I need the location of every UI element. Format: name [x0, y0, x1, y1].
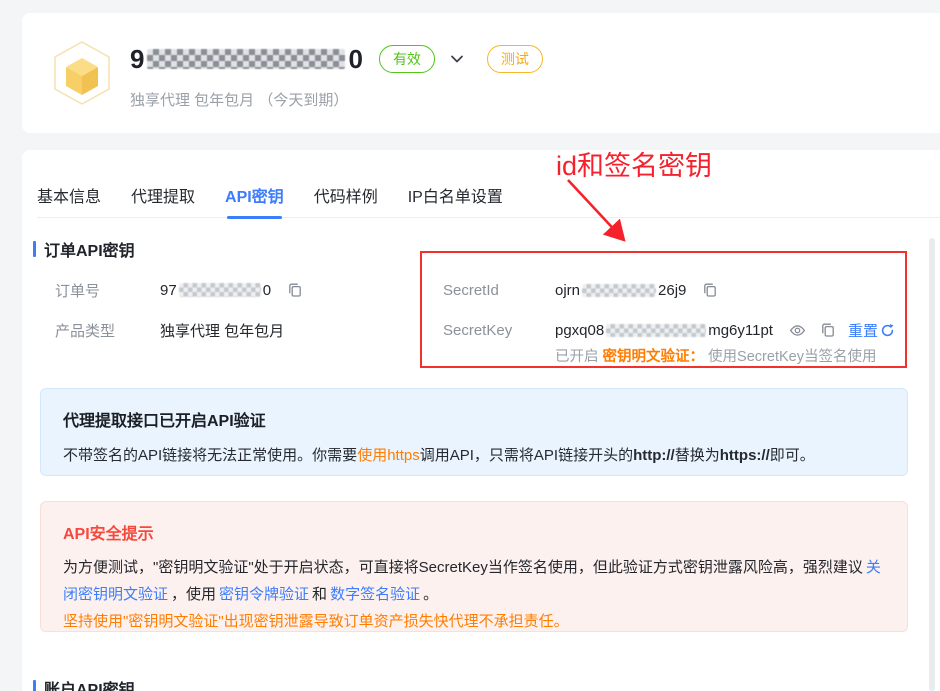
warning-box-body: 为方便测试，"密钥明文验证"处于开启状态，可直接将SecretKey当作签名使用… — [63, 554, 893, 635]
secret-id-label: SecretId — [443, 282, 555, 299]
order-no-value: 97 0 — [160, 282, 271, 299]
secret-id-value: ojrn 26j9 — [555, 282, 686, 299]
order-header-card: 9 0 有效 测试 独享代理 包年包月 （今天到期） — [22, 13, 940, 133]
page: 9 0 有效 测试 独享代理 包年包月 （今天到期） 基本信息 代理提取 API… — [0, 0, 940, 691]
order-id-redacted: 9 0 — [130, 44, 363, 75]
api-verification-info-box: 代理提取接口已开启API验证 不带签名的API链接将无法正常使用。你需要使用ht… — [40, 388, 908, 476]
section-marker — [33, 680, 36, 691]
info-box-title: 代理提取接口已开启API验证 — [63, 407, 885, 431]
copy-secret-key-icon[interactable] — [820, 322, 836, 338]
tab-ip-whitelist[interactable]: IP白名单设置 — [408, 180, 503, 217]
refresh-icon — [880, 323, 895, 338]
info-box-body: 不带签名的API链接将无法正常使用。你需要使用https调用API，只需将API… — [63, 444, 885, 465]
secret-key-label: SecretKey — [443, 322, 555, 339]
test-badge: 测试 — [487, 45, 543, 73]
warning-disclaimer: 坚持使用"密钥明文验证"出现密钥泄露导致订单资产损失快代理不承担责任。 — [63, 608, 893, 635]
use-https-link[interactable]: 使用https — [357, 447, 420, 464]
api-security-warning-box: API安全提示 为方便测试，"密钥明文验证"处于开启状态，可直接将SecretK… — [40, 501, 908, 632]
tab-code-sample[interactable]: 代码样例 — [314, 180, 378, 217]
chevron-down-icon[interactable] — [449, 51, 465, 67]
tab-basic-info[interactable]: 基本信息 — [37, 180, 101, 217]
section-marker — [33, 241, 36, 257]
scrollbar[interactable] — [929, 238, 935, 691]
product-type-label: 产品类型 — [55, 320, 160, 341]
product-type-value: 独享代理 包年包月 — [160, 320, 284, 341]
order-subtitle: 独享代理 包年包月 （今天到期） — [130, 89, 348, 110]
tab-proxy-extract[interactable]: 代理提取 — [131, 180, 195, 217]
order-no-label: 订单号 — [55, 280, 160, 301]
warning-box-title: API安全提示 — [63, 520, 885, 544]
digital-signature-link[interactable]: 数字签名验证 — [330, 586, 420, 603]
tab-bar: 基本信息 代理提取 API密钥 代码样例 IP白名单设置 — [37, 180, 940, 218]
order-id-start: 9 — [130, 44, 144, 75]
account-api-key-section-title: 账户API密钥 — [33, 676, 135, 691]
secret-id-mosaic — [582, 284, 656, 297]
plain-text-verification-note: 已开启 密钥明文验证： 使用SecretKey当签名使用 — [555, 345, 876, 366]
order-id-mosaic — [147, 49, 345, 69]
secret-key-value: pgxq08 mg6y11pt — [555, 322, 773, 339]
reset-secret-key-button[interactable]: 重置 — [848, 320, 895, 341]
plain-verification-highlight: 密钥明文验证： — [603, 349, 705, 365]
api-key-card: 基本信息 代理提取 API密钥 代码样例 IP白名单设置 订单API密钥 订单号… — [22, 150, 940, 691]
order-title-row: 9 0 有效 测试 — [130, 43, 543, 75]
secret-key-mosaic — [606, 324, 706, 337]
secret-key-row: SecretKey pgxq08 mg6y11pt 重置 — [443, 320, 895, 340]
product-cube-icon — [46, 37, 118, 109]
token-verification-link[interactable]: 密钥令牌验证 — [219, 586, 309, 603]
tab-api-key[interactable]: API密钥 — [225, 180, 284, 217]
order-api-key-section-title: 订单API密钥 — [33, 237, 135, 261]
order-id-end: 0 — [348, 44, 362, 75]
annotation-arrow — [540, 176, 650, 254]
order-no-row: 订单号 97 0 — [55, 280, 303, 300]
show-secret-key-eye-icon[interactable] — [789, 322, 806, 339]
copy-order-no-icon[interactable] — [287, 282, 303, 298]
status-badge: 有效 — [379, 45, 435, 73]
secret-id-row: SecretId ojrn 26j9 — [443, 280, 718, 300]
order-no-mosaic — [179, 283, 261, 297]
copy-secret-id-icon[interactable] — [702, 282, 718, 298]
product-type-row: 产品类型 独享代理 包年包月 — [55, 320, 284, 340]
